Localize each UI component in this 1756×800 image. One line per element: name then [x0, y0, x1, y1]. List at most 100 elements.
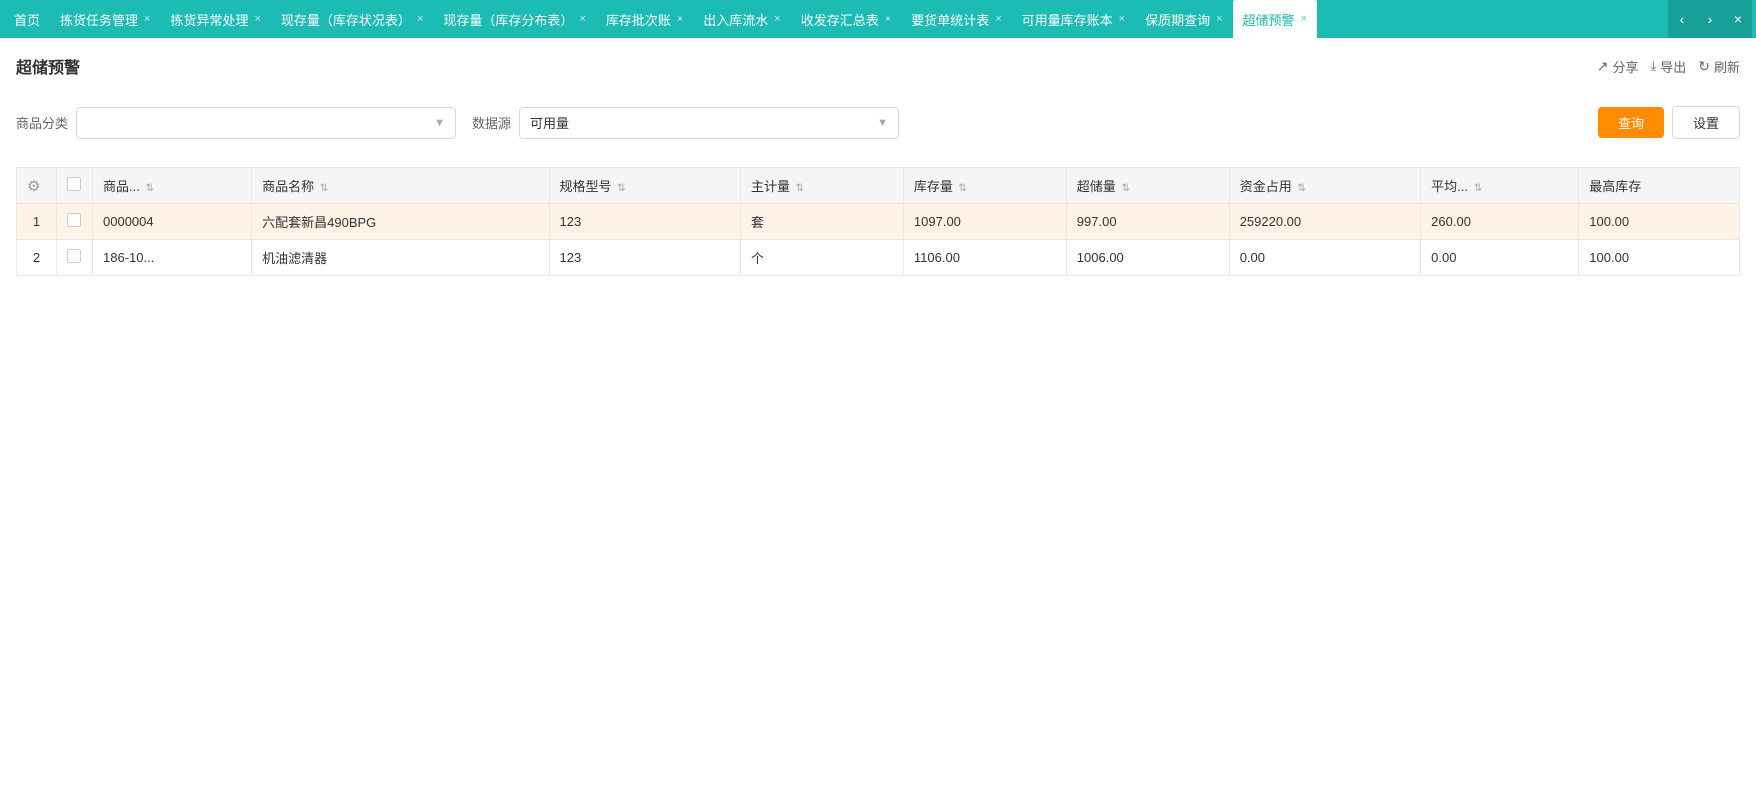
th-product-code-label: 商品...: [103, 179, 140, 194]
nav-close-collect[interactable]: ×: [885, 13, 891, 25]
sort-product-code-icon: ⇅: [145, 183, 153, 194]
row-seq: 2: [17, 240, 57, 276]
nav-item-abnormal[interactable]: 拣货异常处理 ×: [160, 0, 270, 38]
datasource-select-value: 可用量: [530, 113, 569, 132]
select-all-checkbox[interactable]: [67, 177, 81, 191]
th-stock-label: 库存量: [914, 179, 953, 194]
row-unit: 个: [741, 240, 904, 276]
th-unit[interactable]: 主计量 ⇅: [741, 168, 904, 204]
nav-label-stock-status: 现存量（库存状况表）: [281, 10, 411, 29]
row-max-stock: 100.00: [1579, 240, 1740, 276]
nav-arrow-group: ‹ › ×: [1668, 0, 1752, 38]
nav-label-avail-account: 可用量库存账本: [1022, 10, 1113, 29]
nav-close-all[interactable]: ×: [1724, 0, 1752, 38]
page-header: 超储预警 ↗ 分享 ⤓ 导出 ↻ 刷新: [16, 54, 1740, 78]
th-avg[interactable]: 平均... ⇅: [1421, 168, 1579, 204]
category-label: 商品分类: [16, 113, 68, 132]
data-table: ⚙ 商品... ⇅ 商品名称 ⇅ 规格型号 ⇅ 主计量: [16, 167, 1740, 276]
export-label: 导出: [1660, 57, 1686, 76]
row-checkbox-input[interactable]: [67, 213, 81, 227]
row-product-code: 186-10...: [93, 240, 252, 276]
th-avg-label: 平均...: [1431, 179, 1468, 194]
row-avg: 0.00: [1421, 240, 1579, 276]
nav-label-home: 首页: [14, 10, 40, 29]
row-product-name: 机油滤清器: [252, 240, 549, 276]
th-product-name-label: 商品名称: [262, 179, 314, 194]
refresh-button[interactable]: ↻ 刷新: [1698, 57, 1740, 76]
sort-avg-icon: ⇅: [1474, 183, 1482, 194]
nav-item-home[interactable]: 首页: [4, 0, 50, 38]
category-select[interactable]: ▼: [76, 107, 456, 139]
sort-capital-icon: ⇅: [1297, 183, 1305, 194]
th-spec-label: 规格型号: [560, 179, 612, 194]
export-button[interactable]: ⤓ 导出: [1650, 57, 1686, 76]
query-button[interactable]: 查询: [1598, 107, 1664, 138]
datasource-select[interactable]: 可用量 ▼: [519, 107, 899, 139]
nav-close-task-mgmt[interactable]: ×: [144, 13, 150, 25]
nav-item-collect[interactable]: 收发存汇总表 ×: [791, 0, 901, 38]
row-checkbox[interactable]: [57, 204, 93, 240]
nav-prev-arrow[interactable]: ‹: [1668, 0, 1696, 38]
nav-item-quality[interactable]: 保质期查询 ×: [1135, 0, 1232, 38]
th-capital-label: 资金占用: [1240, 179, 1292, 194]
nav-next-arrow[interactable]: ›: [1696, 0, 1724, 38]
sort-stock-icon: ⇅: [959, 183, 967, 194]
th-overstock[interactable]: 超储量 ⇅: [1066, 168, 1229, 204]
th-settings: ⚙: [17, 168, 57, 204]
row-product-code: 0000004: [93, 204, 252, 240]
share-button[interactable]: ↗ 分享: [1597, 57, 1639, 76]
nav-label-overstock: 超储预警: [1243, 10, 1295, 29]
th-product-name[interactable]: 商品名称 ⇅: [252, 168, 549, 204]
th-stock[interactable]: 库存量 ⇅: [903, 168, 1066, 204]
row-spec: 123: [549, 240, 740, 276]
page-content: 超储预警 ↗ 分享 ⤓ 导出 ↻ 刷新 商品分类 ▼ 数据源: [0, 38, 1756, 800]
nav-close-inout-flow[interactable]: ×: [774, 13, 780, 25]
nav-close-order-stat[interactable]: ×: [995, 13, 1001, 25]
nav-close-stock-dist[interactable]: ×: [579, 13, 585, 25]
th-max-stock[interactable]: 最高库存: [1579, 168, 1740, 204]
nav-close-avail-account[interactable]: ×: [1119, 13, 1125, 25]
page-title: 超储预警: [16, 54, 80, 78]
datasource-chevron-icon: ▼: [877, 117, 888, 129]
nav-label-quality: 保质期查询: [1145, 10, 1210, 29]
row-checkbox-input[interactable]: [67, 249, 81, 263]
th-max-stock-label: 最高库存: [1589, 179, 1641, 194]
header-actions: ↗ 分享 ⤓ 导出 ↻ 刷新: [1597, 57, 1740, 76]
row-checkbox[interactable]: [57, 240, 93, 276]
nav-close-overstock[interactable]: ×: [1301, 13, 1307, 25]
top-navigation: 首页 拣货任务管理 × 拣货异常处理 × 现存量（库存状况表） × 现存量（库存…: [0, 0, 1756, 38]
nav-close-batch[interactable]: ×: [677, 13, 683, 25]
nav-label-batch: 库存批次账: [606, 10, 671, 29]
nav-item-overstock[interactable]: 超储预警 ×: [1233, 0, 1317, 38]
column-settings-icon[interactable]: ⚙: [27, 178, 40, 195]
row-stock: 1106.00: [903, 240, 1066, 276]
nav-close-abnormal[interactable]: ×: [254, 13, 260, 25]
nav-label-stock-dist: 现存量（库存分布表）: [443, 10, 573, 29]
nav-item-avail-account[interactable]: 可用量库存账本 ×: [1012, 0, 1135, 38]
nav-close-quality[interactable]: ×: [1216, 13, 1222, 25]
nav-item-task-mgmt[interactable]: 拣货任务管理 ×: [50, 0, 160, 38]
row-overstock: 997.00: [1066, 204, 1229, 240]
th-capital[interactable]: 资金占用 ⇅: [1229, 168, 1420, 204]
th-spec[interactable]: 规格型号 ⇅: [549, 168, 740, 204]
nav-item-inout-flow[interactable]: 出入库流水 ×: [693, 0, 790, 38]
row-capital: 0.00: [1229, 240, 1420, 276]
th-unit-label: 主计量: [751, 179, 790, 194]
row-stock: 1097.00: [903, 204, 1066, 240]
nav-label-abnormal: 拣货异常处理: [170, 10, 248, 29]
sort-unit-icon: ⇅: [796, 183, 804, 194]
nav-item-batch[interactable]: 库存批次账 ×: [596, 0, 693, 38]
nav-item-stock-dist[interactable]: 现存量（库存分布表） ×: [433, 0, 595, 38]
nav-item-order-stat[interactable]: 要货单统计表 ×: [901, 0, 1011, 38]
nav-close-stock-status[interactable]: ×: [417, 13, 423, 25]
th-checkbox: [57, 168, 93, 204]
table-body: 10000004六配套新昌490BPG123套1097.00997.002592…: [17, 204, 1740, 276]
nav-item-stock-status[interactable]: 现存量（库存状况表） ×: [271, 0, 433, 38]
nav-label-order-stat: 要货单统计表: [911, 10, 989, 29]
th-product-code[interactable]: 商品... ⇅: [93, 168, 252, 204]
filter-actions: 查询 设置: [1598, 106, 1740, 139]
share-icon: ↗: [1597, 58, 1609, 75]
settings-button[interactable]: 设置: [1672, 106, 1740, 139]
nav-label-collect: 收发存汇总表: [801, 10, 879, 29]
row-avg: 260.00: [1421, 204, 1579, 240]
